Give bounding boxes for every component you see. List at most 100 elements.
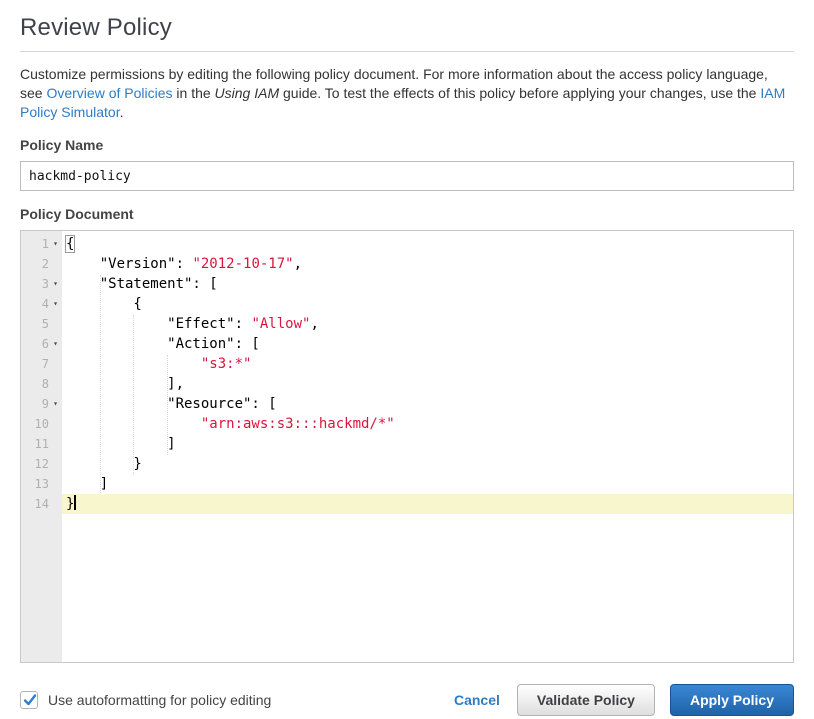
gutter-cell: 8 bbox=[21, 374, 62, 394]
editor-lines[interactable]: 1▾{2 "Version": "2012-10-17",3▾ "Stateme… bbox=[21, 231, 793, 514]
code-line[interactable]: "arn:aws:s3:::hackmd/*" bbox=[62, 414, 793, 434]
cancel-link[interactable]: Cancel bbox=[454, 692, 500, 708]
gutter-cell[interactable]: 4▾ bbox=[21, 294, 62, 314]
editor-line[interactable]: 6▾ "Action": [ bbox=[21, 334, 793, 354]
gutter-cell: 11 bbox=[21, 434, 62, 454]
intro-text-2: in the bbox=[173, 85, 215, 101]
autoformat-checkbox[interactable] bbox=[20, 691, 38, 709]
fold-arrow-icon[interactable]: ▾ bbox=[49, 234, 62, 254]
policy-document-label: Policy Document bbox=[20, 206, 794, 222]
code-token: ] bbox=[66, 476, 108, 492]
string-token: "s3:*" bbox=[201, 356, 252, 372]
string-token: "Allow" bbox=[251, 316, 310, 332]
line-number: 8 bbox=[21, 374, 49, 394]
code-token: } bbox=[66, 496, 74, 512]
line-number: 4 bbox=[21, 294, 49, 314]
line-number: 1 bbox=[21, 234, 49, 254]
editor-line[interactable]: 5 "Effect": "Allow", bbox=[21, 314, 793, 334]
policy-editor[interactable]: 1▾{2 "Version": "2012-10-17",3▾ "Stateme… bbox=[20, 230, 794, 663]
code-token: { bbox=[66, 296, 142, 312]
gutter-cell[interactable]: 9▾ bbox=[21, 394, 62, 414]
code-line[interactable]: { bbox=[62, 234, 793, 254]
code-token: } bbox=[66, 456, 142, 472]
fold-arrow-icon[interactable]: ▾ bbox=[49, 274, 62, 294]
line-number: 7 bbox=[21, 354, 49, 374]
code-line[interactable]: "s3:*" bbox=[62, 354, 793, 374]
code-line[interactable]: ], bbox=[62, 374, 793, 394]
intro-text-4: . bbox=[120, 104, 124, 120]
fold-arrow-icon[interactable]: ▾ bbox=[49, 294, 62, 314]
policy-name-label: Policy Name bbox=[20, 137, 794, 153]
editor-line[interactable]: 14} bbox=[21, 494, 793, 514]
code-line[interactable]: "Action": [ bbox=[62, 334, 793, 354]
editor-line[interactable]: 13 ] bbox=[21, 474, 793, 494]
editor-line[interactable]: 12 } bbox=[21, 454, 793, 474]
text-cursor bbox=[74, 495, 76, 510]
code-token bbox=[66, 356, 201, 372]
checkmark-icon bbox=[22, 692, 38, 708]
line-number: 10 bbox=[21, 414, 49, 434]
code-token: { bbox=[66, 236, 74, 252]
apply-policy-button[interactable]: Apply Policy bbox=[670, 684, 794, 716]
line-number: 14 bbox=[21, 494, 49, 514]
code-line[interactable]: "Effect": "Allow", bbox=[62, 314, 793, 334]
code-token: ], bbox=[66, 376, 184, 392]
line-number: 9 bbox=[21, 394, 49, 414]
code-line[interactable]: "Version": "2012-10-17", bbox=[62, 254, 793, 274]
fold-arrow-icon[interactable]: ▾ bbox=[49, 334, 62, 354]
code-token: "Statement": [ bbox=[66, 276, 218, 292]
editor-line[interactable]: 11 ] bbox=[21, 434, 793, 454]
line-number: 12 bbox=[21, 454, 49, 474]
line-number: 3 bbox=[21, 274, 49, 294]
editor-line[interactable]: 9▾ "Resource": [ bbox=[21, 394, 793, 414]
line-number: 2 bbox=[21, 254, 49, 274]
editor-line[interactable]: 10 "arn:aws:s3:::hackmd/*" bbox=[21, 414, 793, 434]
code-token: , bbox=[294, 256, 302, 272]
code-token: "Effect": bbox=[66, 316, 251, 332]
gutter-cell[interactable]: 1▾ bbox=[21, 234, 62, 254]
line-number: 5 bbox=[21, 314, 49, 334]
gutter-cell: 10 bbox=[21, 414, 62, 434]
footer-bar: Use autoformatting for policy editing Ca… bbox=[20, 684, 794, 716]
code-line[interactable]: } bbox=[62, 454, 793, 474]
editor-line[interactable]: 8 ], bbox=[21, 374, 793, 394]
fold-arrow-icon[interactable]: ▾ bbox=[49, 394, 62, 414]
intro-text-3: guide. To test the effects of this polic… bbox=[279, 85, 760, 101]
code-line[interactable]: } bbox=[62, 494, 793, 514]
code-line[interactable]: "Statement": [ bbox=[62, 274, 793, 294]
code-line[interactable]: { bbox=[62, 294, 793, 314]
title-divider bbox=[20, 51, 794, 52]
string-token: "2012-10-17" bbox=[192, 256, 293, 272]
gutter-cell: 14 bbox=[21, 494, 62, 514]
editor-line[interactable]: 1▾{ bbox=[21, 234, 793, 254]
gutter-cell: 5 bbox=[21, 314, 62, 334]
policy-name-input[interactable] bbox=[20, 161, 794, 191]
string-token: "arn:aws:s3:::hackmd/*" bbox=[201, 416, 395, 432]
code-token: ] bbox=[66, 436, 176, 452]
gutter-cell: 7 bbox=[21, 354, 62, 374]
line-number: 13 bbox=[21, 474, 49, 494]
code-token bbox=[66, 416, 201, 432]
editor-line[interactable]: 4▾ { bbox=[21, 294, 793, 314]
intro-paragraph: Customize permissions by editing the fol… bbox=[20, 65, 794, 122]
validate-policy-button[interactable]: Validate Policy bbox=[517, 684, 655, 716]
code-line[interactable]: ] bbox=[62, 474, 793, 494]
line-number: 6 bbox=[21, 334, 49, 354]
overview-of-policies-link[interactable]: Overview of Policies bbox=[46, 85, 172, 101]
editor-line[interactable]: 7 "s3:*" bbox=[21, 354, 793, 374]
editor-line[interactable]: 2 "Version": "2012-10-17", bbox=[21, 254, 793, 274]
code-token: "Action": [ bbox=[66, 336, 260, 352]
code-token: , bbox=[310, 316, 318, 332]
editor-line[interactable]: 3▾ "Statement": [ bbox=[21, 274, 793, 294]
code-token: "Version": bbox=[66, 256, 192, 272]
code-line[interactable]: "Resource": [ bbox=[62, 394, 793, 414]
gutter-cell: 12 bbox=[21, 454, 62, 474]
line-number: 11 bbox=[21, 434, 49, 454]
gutter-cell[interactable]: 3▾ bbox=[21, 274, 62, 294]
gutter-cell[interactable]: 6▾ bbox=[21, 334, 62, 354]
gutter-cell: 13 bbox=[21, 474, 62, 494]
autoformat-label: Use autoformatting for policy editing bbox=[48, 692, 271, 708]
gutter-cell: 2 bbox=[21, 254, 62, 274]
using-iam-guide-name: Using IAM bbox=[215, 85, 280, 101]
code-line[interactable]: ] bbox=[62, 434, 793, 454]
